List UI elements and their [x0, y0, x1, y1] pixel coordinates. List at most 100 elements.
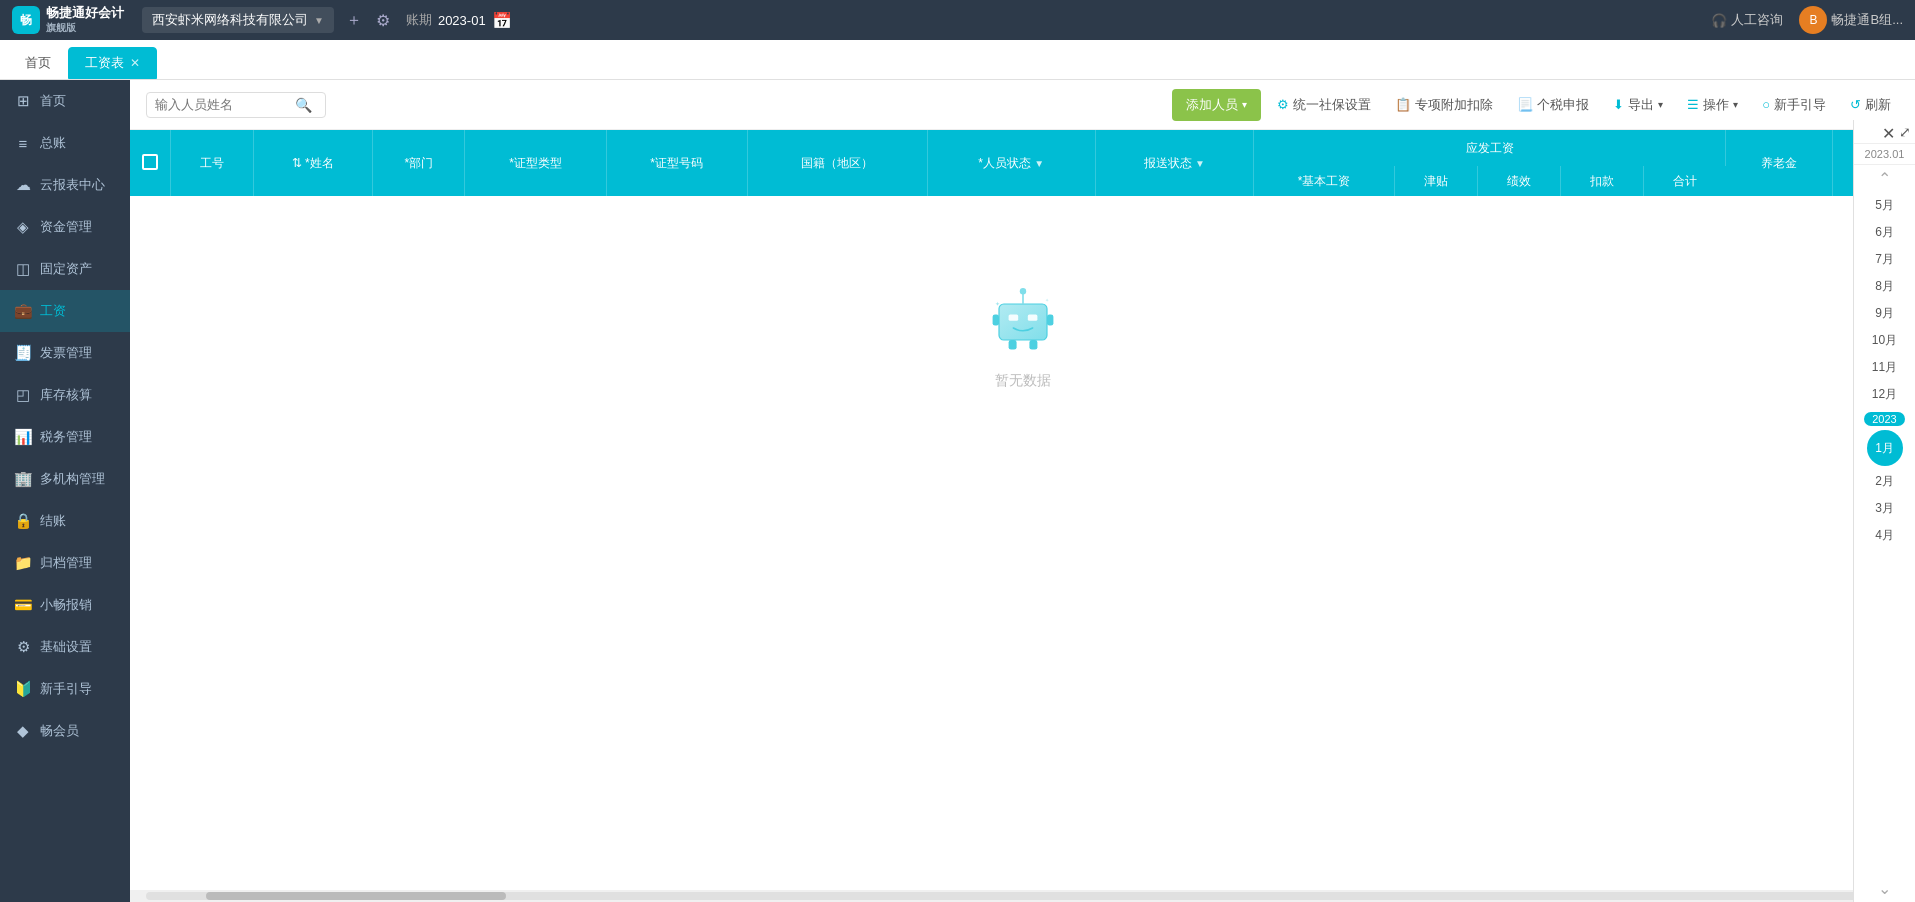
- svg-text:✦: ✦: [995, 300, 1000, 307]
- expense-icon: 💳: [14, 596, 32, 614]
- scroll-up-icon[interactable]: ⌃: [1854, 165, 1915, 192]
- inventory-icon: ◰: [14, 386, 32, 404]
- panel-maximize-icon[interactable]: ⤢: [1899, 124, 1911, 143]
- date-label: 2023.01: [1854, 144, 1915, 165]
- add-person-label: 添加人员: [1186, 96, 1238, 114]
- svg-rect-1: [1008, 314, 1018, 320]
- month-item-2023-3[interactable]: 3月: [1854, 495, 1915, 522]
- search-input[interactable]: [155, 97, 295, 112]
- user-menu[interactable]: B 畅捷通B组...: [1799, 6, 1903, 34]
- special-deduction-button[interactable]: 📋 专项附加扣除: [1387, 90, 1501, 120]
- sidebar-item-invoice[interactable]: 🧾 发票管理: [0, 332, 130, 374]
- th-checkbox[interactable]: [130, 130, 170, 196]
- main-layout: ⊞ 首页 ≡ 总账 ☁ 云报表中心 ◈ 资金管理 ◫ 固定资产 💼 工资 🧾 发…: [0, 80, 1915, 902]
- scroll-thumb[interactable]: [206, 892, 506, 900]
- sidebar-item-ledger[interactable]: ≡ 总账: [0, 122, 130, 164]
- th-pension: 养老金: [1726, 130, 1833, 196]
- add-person-button[interactable]: 添加人员 ▾: [1172, 89, 1261, 121]
- month-item-2023-4[interactable]: 4月: [1854, 522, 1915, 549]
- tab-salary-close-icon[interactable]: ✕: [130, 56, 140, 70]
- sidebar-item-close[interactable]: 🔒 结账: [0, 500, 130, 542]
- sidebar: ⊞ 首页 ≡ 总账 ☁ 云报表中心 ◈ 资金管理 ◫ 固定资产 💼 工资 🧾 发…: [0, 80, 130, 902]
- special-deduction-label: 专项附加扣除: [1415, 96, 1493, 114]
- sidebar-item-cloud-report[interactable]: ☁ 云报表中心: [0, 164, 130, 206]
- sidebar-item-fund[interactable]: ◈ 资金管理: [0, 206, 130, 248]
- tax-icon: 📊: [14, 428, 32, 446]
- salary-table: 工号 ⇅ *姓名 *部门 *证型类型 *证型号码 国籍（地区） *人员状态 ▼ …: [130, 130, 1915, 470]
- svg-rect-2: [1027, 314, 1037, 320]
- sidebar-item-multi-org[interactable]: 🏢 多机构管理: [0, 458, 130, 500]
- sidebar-item-home[interactable]: ⊞ 首页: [0, 80, 130, 122]
- personal-tax-button[interactable]: 📃 个税申报: [1509, 90, 1597, 120]
- sidebar-label-tax: 税务管理: [40, 428, 92, 446]
- sidebar-item-tax[interactable]: 📊 税务管理: [0, 416, 130, 458]
- month-item-12[interactable]: 12月: [1854, 381, 1915, 408]
- sidebar-label-settings: 基础设置: [40, 638, 92, 656]
- th-dept: *部门: [372, 130, 464, 196]
- month-item-7[interactable]: 7月: [1854, 246, 1915, 273]
- th-cert-no: *证型号码: [606, 130, 747, 196]
- top-header: 畅 畅捷通好会计 旗舰版 西安虾米网络科技有限公司 ▼ ＋ ⚙ 账期 2023-…: [0, 0, 1915, 40]
- special-deduction-icon: 📋: [1395, 97, 1411, 112]
- export-button[interactable]: ⬇ 导出 ▾: [1605, 90, 1671, 120]
- month-item-11[interactable]: 11月: [1854, 354, 1915, 381]
- month-item-2023-2[interactable]: 2月: [1854, 468, 1915, 495]
- sidebar-item-archive[interactable]: 📁 归档管理: [0, 542, 130, 584]
- add-button[interactable]: ＋: [346, 10, 362, 31]
- settings-icon: ⚙: [14, 638, 32, 656]
- bottom-scrollbar[interactable]: [130, 890, 1915, 902]
- social-security-button[interactable]: ⚙ 统一社保设置: [1269, 90, 1379, 120]
- table-header-row1: 工号 ⇅ *姓名 *部门 *证型类型 *证型号码 国籍（地区） *人员状态 ▼ …: [130, 130, 1915, 166]
- tab-home-label: 首页: [25, 54, 51, 72]
- company-selector[interactable]: 西安虾米网络科技有限公司 ▼: [142, 7, 334, 33]
- sidebar-label-multi-org: 多机构管理: [40, 470, 105, 488]
- tab-salary[interactable]: 工资表 ✕: [68, 47, 157, 79]
- th-report-status: 报送状态 ▼: [1095, 130, 1253, 196]
- svg-rect-0: [999, 304, 1047, 340]
- refresh-label: 刷新: [1865, 96, 1891, 114]
- period-info: 账期 2023-01 📅: [406, 11, 512, 30]
- sidebar-item-guide[interactable]: 🔰 新手引导: [0, 668, 130, 710]
- sidebar-label-close: 结账: [40, 512, 66, 530]
- calendar-icon[interactable]: 📅: [492, 11, 512, 30]
- company-arrow-icon: ▼: [314, 15, 324, 26]
- month-item-9[interactable]: 9月: [1854, 300, 1915, 327]
- person-status-filter-icon[interactable]: ▼: [1034, 158, 1044, 169]
- month-item-2023-1[interactable]: 1月: [1867, 430, 1903, 466]
- sidebar-label-inventory: 库存核算: [40, 386, 92, 404]
- guide-button[interactable]: ○ 新手引导: [1754, 90, 1834, 120]
- refresh-button[interactable]: ↺ 刷新: [1842, 90, 1899, 120]
- operation-button[interactable]: ☰ 操作 ▾: [1679, 90, 1746, 120]
- month-item-6[interactable]: 6月: [1854, 219, 1915, 246]
- support-button[interactable]: 🎧 人工咨询: [1711, 11, 1783, 29]
- sidebar-item-fixed-assets[interactable]: ◫ 固定资产: [0, 248, 130, 290]
- operation-label: 操作: [1703, 96, 1729, 114]
- guide-label: 新手引导: [1774, 96, 1826, 114]
- sidebar-item-settings[interactable]: ⚙ 基础设置: [0, 626, 130, 668]
- personal-tax-label: 个税申报: [1537, 96, 1589, 114]
- year-2023-badge: 2023: [1864, 412, 1904, 426]
- scroll-track[interactable]: [146, 892, 1899, 900]
- th-name: ⇅ *姓名: [253, 130, 372, 196]
- select-all-checkbox[interactable]: [142, 154, 158, 170]
- report-status-filter-icon[interactable]: ▼: [1195, 158, 1205, 169]
- sidebar-item-salary[interactable]: 💼 工资: [0, 290, 130, 332]
- month-item-8[interactable]: 8月: [1854, 273, 1915, 300]
- th-basic: *基本工资: [1254, 166, 1395, 196]
- sidebar-item-member[interactable]: ◆ 畅会员: [0, 710, 130, 752]
- sidebar-item-expense[interactable]: 💳 小畅报销: [0, 584, 130, 626]
- scroll-down-icon[interactable]: ⌄: [1854, 875, 1915, 902]
- panel-close-icon[interactable]: ✕: [1882, 124, 1895, 143]
- sidebar-item-inventory[interactable]: ◰ 库存核算: [0, 374, 130, 416]
- month-item-10[interactable]: 10月: [1854, 327, 1915, 354]
- search-wrap[interactable]: 🔍: [146, 92, 326, 118]
- settings-button[interactable]: ⚙: [376, 11, 390, 30]
- social-security-label: 统一社保设置: [1293, 96, 1371, 114]
- cloud-icon: ☁: [14, 176, 32, 194]
- th-performance: 绩效: [1478, 166, 1561, 196]
- month-item-5[interactable]: 5月: [1854, 192, 1915, 219]
- app-edition: 旗舰版: [46, 21, 124, 35]
- ledger-icon: ≡: [14, 135, 32, 152]
- home-icon: ⊞: [14, 92, 32, 110]
- tab-home[interactable]: 首页: [8, 47, 68, 79]
